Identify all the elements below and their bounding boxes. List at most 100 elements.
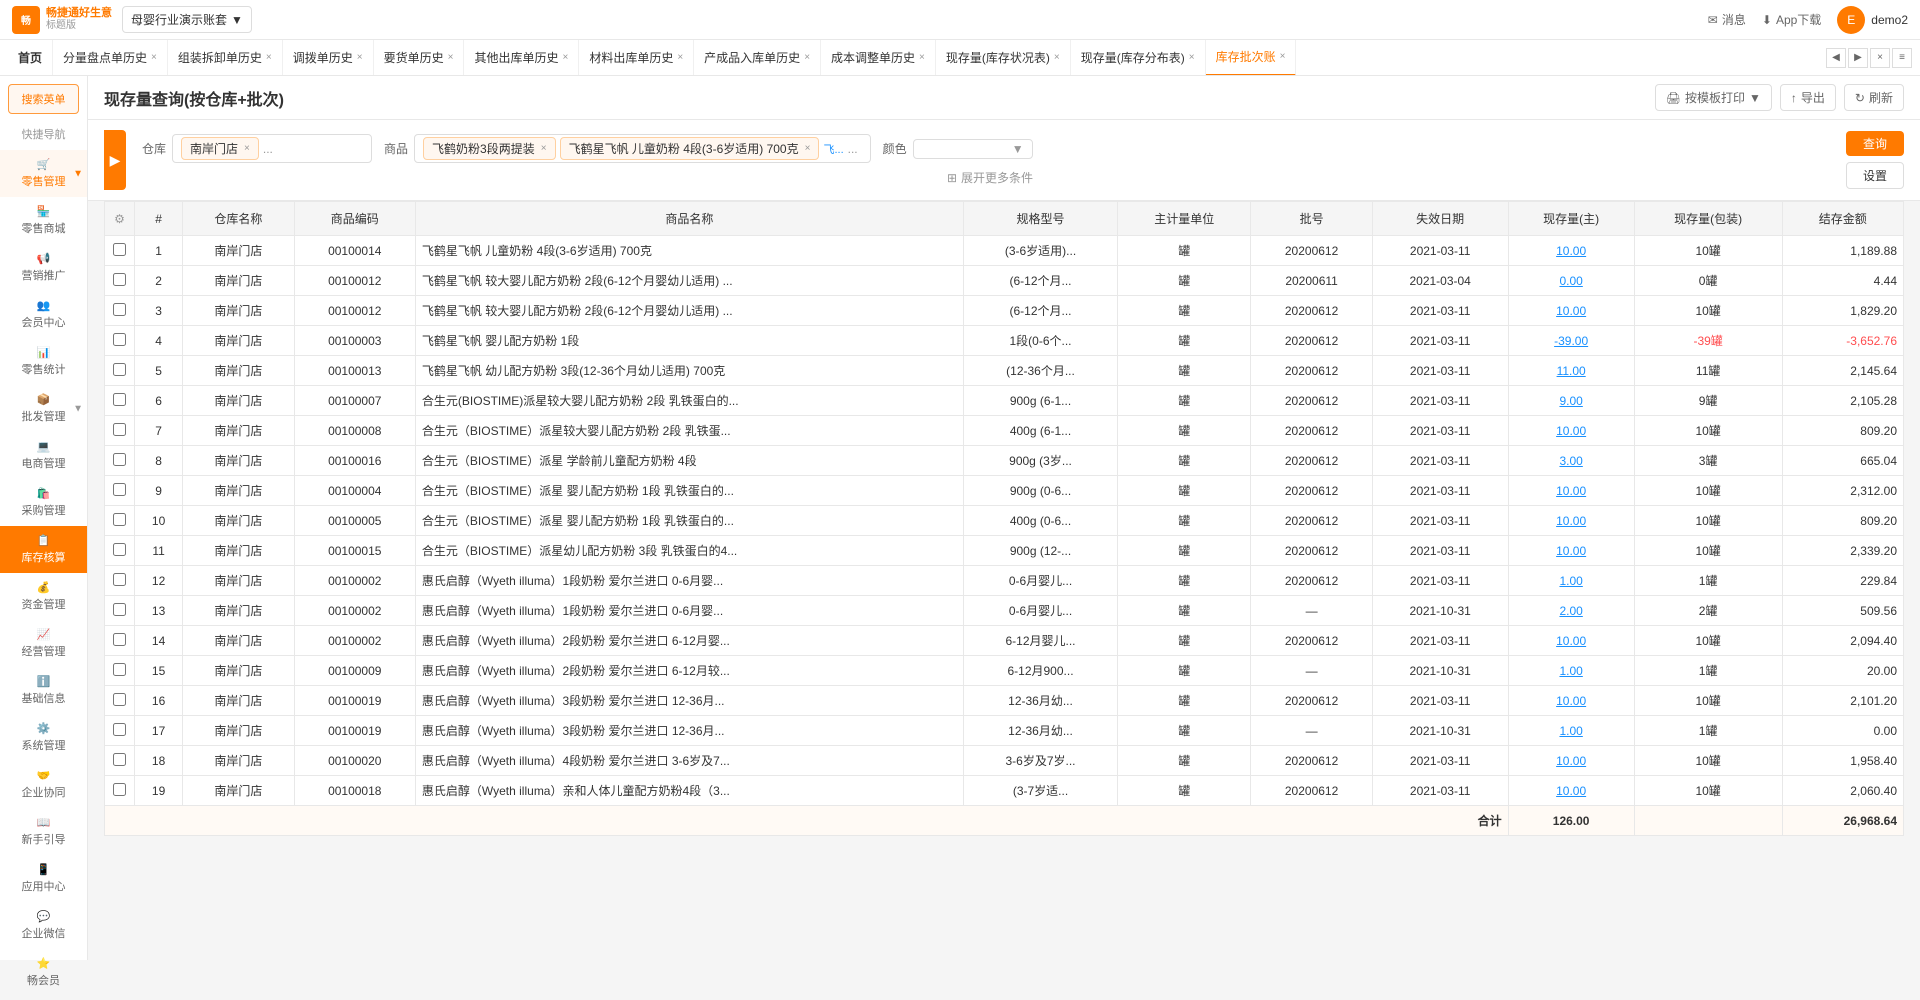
tab-chengben[interactable]: 成本调整单历史 × — [821, 40, 936, 76]
row-qty-main[interactable]: 10.00 — [1508, 746, 1634, 776]
row-checkbox[interactable] — [113, 423, 126, 436]
row-checkbox-cell[interactable] — [105, 596, 135, 626]
search-menu-btn[interactable]: 搜索英单 — [8, 84, 79, 114]
download-btn[interactable]: ⬇ App下载 — [1762, 11, 1821, 28]
row-qty-main[interactable]: 10.00 — [1508, 416, 1634, 446]
row-qty-main[interactable]: 10.00 — [1508, 776, 1634, 806]
tab-fenpan[interactable]: 分量盘点单历史 × — [53, 40, 168, 76]
row-checkbox[interactable] — [113, 273, 126, 286]
tab-kucun-dist[interactable]: 现存量(库存分布表) × — [1071, 40, 1206, 76]
row-qty-main[interactable]: 10.00 — [1508, 686, 1634, 716]
row-qty-main[interactable]: 10.00 — [1508, 296, 1634, 326]
color-input[interactable]: ▼ — [913, 139, 1033, 159]
row-checkbox[interactable] — [113, 483, 126, 496]
sidebar-item-finance[interactable]: 💰 资金管理 — [0, 573, 87, 620]
row-checkbox[interactable] — [113, 453, 126, 466]
sidebar-item-retail-store[interactable]: 🏪 零售商城 — [0, 197, 87, 244]
row-checkbox[interactable] — [113, 693, 126, 706]
sidebar-item-purchase[interactable]: 🛍️ 采购管理 — [0, 479, 87, 526]
row-checkbox[interactable] — [113, 633, 126, 646]
product-tag-1-remove[interactable]: × — [541, 143, 547, 154]
row-checkbox[interactable] — [113, 303, 126, 316]
row-checkbox-cell[interactable] — [105, 416, 135, 446]
row-qty-main[interactable]: 10.00 — [1508, 626, 1634, 656]
row-checkbox[interactable] — [113, 333, 126, 346]
close-icon[interactable]: × — [1280, 51, 1286, 62]
close-icon[interactable]: × — [151, 52, 157, 63]
row-checkbox-cell[interactable] — [105, 326, 135, 356]
account-selector[interactable]: 母婴行业演示账套 ▼ — [122, 6, 252, 33]
row-checkbox-cell[interactable] — [105, 506, 135, 536]
warehouse-more-btn[interactable]: ... — [259, 142, 277, 156]
row-qty-main[interactable]: -39.00 — [1508, 326, 1634, 356]
row-checkbox-cell[interactable] — [105, 686, 135, 716]
nav-menu-btn[interactable]: ≡ — [1892, 48, 1912, 68]
warehouse-tag[interactable]: 南岸门店 × — [181, 137, 259, 160]
tab-zuzhuang[interactable]: 组装拆卸单历史 × — [168, 40, 283, 76]
row-checkbox[interactable] — [113, 753, 126, 766]
sidebar-item-retail[interactable]: 🛒 零售管理 ▼ — [0, 150, 87, 197]
row-qty-main[interactable]: 9.00 — [1508, 386, 1634, 416]
product-more-btn[interactable]: ... — [844, 142, 862, 156]
print-btn[interactable]: 🖨 按模板打印 ▼ — [1655, 84, 1772, 111]
tab-cailiao[interactable]: 材料出库单历史 × — [579, 40, 694, 76]
row-checkbox[interactable] — [113, 723, 126, 736]
export-btn[interactable]: ↑ 导出 — [1780, 84, 1836, 111]
row-checkbox[interactable] — [113, 783, 126, 796]
sidebar-item-guide[interactable]: 📖 新手引导 — [0, 808, 87, 855]
row-checkbox-cell[interactable] — [105, 566, 135, 596]
tab-chanchenpin[interactable]: 产成品入库单历史 × — [694, 40, 821, 76]
row-checkbox[interactable] — [113, 393, 126, 406]
row-checkbox[interactable] — [113, 543, 126, 556]
row-qty-main[interactable]: 10.00 — [1508, 536, 1634, 566]
row-qty-main[interactable]: 1.00 — [1508, 716, 1634, 746]
row-checkbox[interactable] — [113, 363, 126, 376]
row-checkbox-cell[interactable] — [105, 626, 135, 656]
expand-filters-btn[interactable]: ⊞ 展开更多条件 — [947, 169, 1033, 186]
search-btn[interactable]: 查询 — [1846, 131, 1904, 156]
sidebar-item-apps[interactable]: 📱 应用中心 — [0, 855, 87, 902]
tab-home[interactable]: 首页 — [8, 40, 53, 76]
row-qty-main[interactable]: 10.00 — [1508, 236, 1634, 266]
nav-prev-btn[interactable]: ◀ — [1826, 48, 1846, 68]
warehouse-remove-icon[interactable]: × — [244, 143, 250, 154]
product-tag-1[interactable]: 飞鹤奶粉3段两提装 × — [423, 137, 556, 160]
sidebar-item-system[interactable]: ⚙️ 系统管理 — [0, 714, 87, 761]
close-icon[interactable]: × — [1054, 52, 1060, 63]
row-checkbox-cell[interactable] — [105, 776, 135, 806]
settings-btn[interactable]: 设置 — [1846, 162, 1904, 189]
row-checkbox-cell[interactable] — [105, 386, 135, 416]
row-checkbox[interactable] — [113, 603, 126, 616]
row-checkbox-cell[interactable] — [105, 536, 135, 566]
tab-yaohuo[interactable]: 要货单历史 × — [374, 40, 465, 76]
row-qty-main[interactable]: 10.00 — [1508, 506, 1634, 536]
row-qty-main[interactable]: 2.00 — [1508, 596, 1634, 626]
row-checkbox-cell[interactable] — [105, 236, 135, 266]
row-qty-main[interactable]: 10.00 — [1508, 476, 1634, 506]
user-menu[interactable]: E demo2 — [1837, 6, 1908, 34]
sidebar-item-inventory[interactable]: 📋 库存核算 — [0, 526, 87, 573]
close-icon[interactable]: × — [1189, 52, 1195, 63]
row-checkbox-cell[interactable] — [105, 446, 135, 476]
row-qty-main[interactable]: 1.00 — [1508, 566, 1634, 596]
sidebar-item-wechat[interactable]: 💬 企业微信 — [0, 902, 87, 949]
row-checkbox[interactable] — [113, 513, 126, 526]
close-icon[interactable]: × — [266, 52, 272, 63]
product-tag-2-remove[interactable]: × — [805, 143, 811, 154]
row-checkbox[interactable] — [113, 243, 126, 256]
row-checkbox-cell[interactable] — [105, 266, 135, 296]
sidebar-item-marketing[interactable]: 📢 营销推广 — [0, 244, 87, 291]
sidebar-item-ecommerce[interactable]: 💻 电商管理 — [0, 432, 87, 479]
filter-toggle-btn[interactable]: ▶ — [104, 130, 126, 190]
row-qty-main[interactable]: 1.00 — [1508, 656, 1634, 686]
row-checkbox[interactable] — [113, 573, 126, 586]
product-tag-2[interactable]: 飞鹤星飞帆 儿童奶粉 4段(3-6岁适用) 700克 × — [560, 137, 820, 160]
sidebar-item-operations[interactable]: 📈 经营管理 — [0, 620, 87, 667]
close-icon[interactable]: × — [919, 52, 925, 63]
sidebar-item-collab[interactable]: 🤝 企业协同 — [0, 761, 87, 808]
close-icon[interactable]: × — [562, 52, 568, 63]
sidebar-item-basic[interactable]: ℹ️ 基础信息 — [0, 667, 87, 714]
tab-kucun-status[interactable]: 现存量(库存状况表) × — [936, 40, 1071, 76]
row-checkbox-cell[interactable] — [105, 656, 135, 686]
close-icon[interactable]: × — [357, 52, 363, 63]
